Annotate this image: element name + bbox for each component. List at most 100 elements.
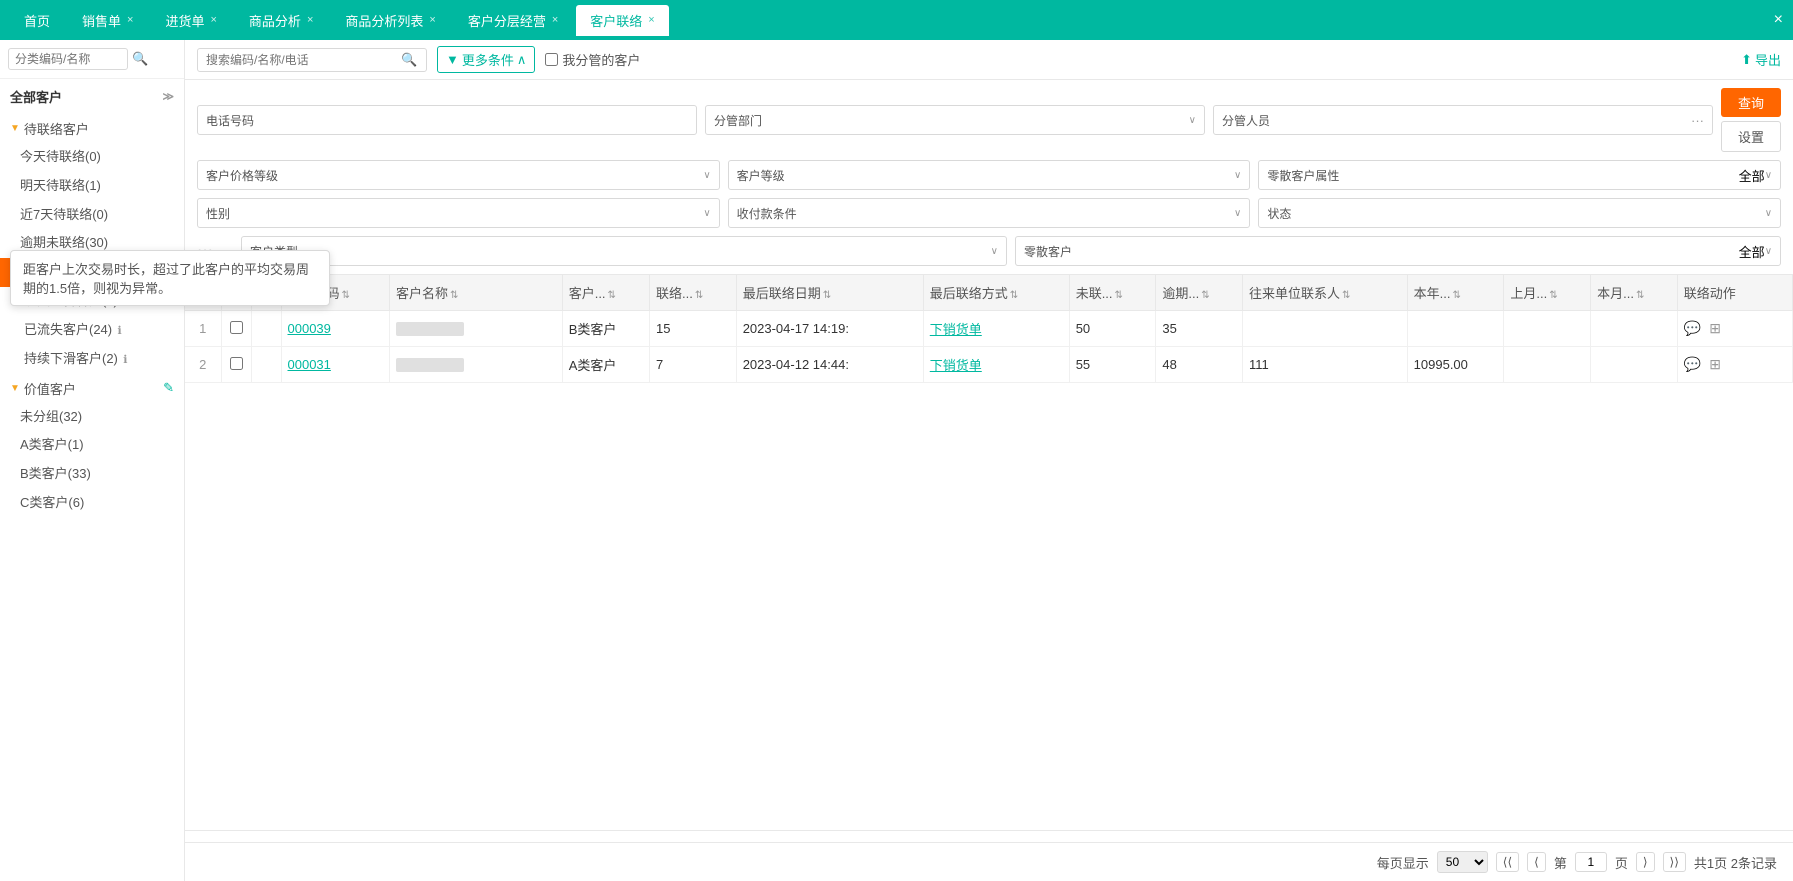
my-customers-checkbox-label[interactable]: 我分管的客户 xyxy=(545,50,640,69)
close-analysis-icon[interactable]: × xyxy=(307,14,313,26)
th-this-year: 本年...⇅ xyxy=(1407,275,1504,311)
nav-tab-customer-segment[interactable]: 客户分层经营 × xyxy=(454,5,572,36)
sidebar-item-tomorrow[interactable]: 明天待联络(1) xyxy=(0,172,184,201)
my-customers-checkbox[interactable] xyxy=(545,53,558,66)
close-analysis-list-icon[interactable]: × xyxy=(429,14,435,26)
customer-level-field[interactable]: 客户等级 ∨ xyxy=(728,160,1251,190)
sidebar-item-today[interactable]: 今天待联络(0) xyxy=(0,143,184,172)
row-1-last-month xyxy=(1504,311,1591,347)
th-last-date: 最后联络日期⇅ xyxy=(736,275,923,311)
sort-cat-icon[interactable]: ⇅ xyxy=(608,290,616,301)
nav-tab-analysis[interactable]: 商品分析 × xyxy=(235,5,327,36)
horizontal-scroll[interactable] xyxy=(185,830,1793,842)
sort-lmonth-icon[interactable]: ⇅ xyxy=(1549,290,1557,301)
retail-customer-label: 零散客户 xyxy=(1024,243,1731,260)
sidebar-search-input[interactable] xyxy=(8,48,128,70)
row-index-2: 2 xyxy=(185,347,221,383)
sidebar-item-b-class[interactable]: B类客户(33) xyxy=(0,460,184,489)
payment-field[interactable]: 收付款条件 ∨ xyxy=(728,198,1251,228)
sidebar-item-a-class[interactable]: A类客户(1) xyxy=(0,431,184,460)
th-contact: 联络...⇅ xyxy=(650,275,737,311)
close-customer-contact-icon[interactable]: × xyxy=(648,14,654,26)
row-2-more-icon[interactable]: ⊞ xyxy=(1709,356,1721,373)
sort-overdue-icon[interactable]: ⇅ xyxy=(1201,290,1209,301)
row-2-code[interactable]: 000031 xyxy=(281,347,390,383)
sidebar-group-pending[interactable]: ▼ 待联络客户 xyxy=(0,114,184,143)
prev-page-button[interactable]: ⟨ xyxy=(1527,852,1546,872)
all-customers-section[interactable]: 全部客户 ≫ xyxy=(0,79,184,114)
customer-type-field[interactable]: 客户类型 ∨ xyxy=(241,236,1007,266)
price-level-field[interactable]: 客户价格等级 ∨ xyxy=(197,160,720,190)
row-2-last-method[interactable]: 下销货单 xyxy=(923,347,1069,383)
status-field[interactable]: 状态 ∨ xyxy=(1258,198,1781,228)
phone-field[interactable]: 电话号码 xyxy=(197,105,697,135)
close-purchase-icon[interactable]: × xyxy=(210,14,216,26)
close-customer-segment-icon[interactable]: × xyxy=(552,14,558,26)
nav-tab-purchase[interactable]: 进货单 × xyxy=(151,5,230,36)
retail-customer-down-icon: ∨ xyxy=(1765,246,1772,257)
filter-bar: 🔍 ▼ 更多条件 ∧ 我分管的客户 ⬆ 导出 xyxy=(185,40,1793,80)
next-page-button[interactable]: ⟩ xyxy=(1636,852,1655,872)
nav-tab-home[interactable]: 首页 xyxy=(10,5,64,36)
sidebar-item-7days[interactable]: 近7天待联络(0) xyxy=(0,201,184,230)
sort-unreached-icon[interactable]: ⇅ xyxy=(1115,290,1123,301)
sort-name-icon[interactable]: ⇅ xyxy=(450,290,458,301)
first-page-button[interactable]: ⟨⟨ xyxy=(1496,852,1519,872)
sidebar-item-declining[interactable]: 持续下滑客户(2) ℹ xyxy=(0,345,184,374)
retail-attr-field[interactable]: 零散客户属性 全部 ∨ xyxy=(1258,160,1781,190)
info-icon-declining: ℹ xyxy=(123,354,127,366)
query-button[interactable]: 查询 xyxy=(1721,88,1781,117)
row-1-more-icon[interactable]: ⊞ xyxy=(1709,320,1721,337)
person-more-icon[interactable]: ··· xyxy=(1691,113,1704,128)
search-wrap: 🔍 xyxy=(197,48,427,72)
sort-method-icon[interactable]: ⇅ xyxy=(1010,290,1018,301)
chevron-up-icon: ∧ xyxy=(517,52,527,68)
nav-tab-sales[interactable]: 销售单 × xyxy=(68,5,147,36)
sort-tmonth-icon[interactable]: ⇅ xyxy=(1636,290,1644,301)
nav-tab-analysis-list[interactable]: 商品分析列表 × xyxy=(331,5,449,36)
sort-code-icon[interactable]: ⇅ xyxy=(342,290,350,301)
main-layout: 🔍 全部客户 ≫ ▼ 待联络客户 今天待联络(0) 明天待联络(1) 近7天待联… xyxy=(0,40,1793,881)
person-field[interactable]: 分管人员 ··· xyxy=(1213,105,1713,135)
sort-date-icon[interactable]: ⇅ xyxy=(823,290,831,301)
sidebar-group-value[interactable]: ▼ 价值客户 ✎ xyxy=(0,374,184,403)
sort-contact-icon[interactable]: ⇅ xyxy=(695,290,703,301)
row-2-last-date: 2023-04-12 14:44: xyxy=(736,347,923,383)
row-2-actions: 💬 ⊞ xyxy=(1677,347,1792,383)
close-all-button[interactable]: × xyxy=(1774,11,1783,29)
row-1-code[interactable]: 000039 xyxy=(281,311,390,347)
row-1-category: B类客户 xyxy=(562,311,649,347)
last-page-button[interactable]: ⟩⟩ xyxy=(1663,852,1686,872)
gender-field[interactable]: 性别 ∨ xyxy=(197,198,720,228)
sidebar-item-c-class[interactable]: C类客户(6) xyxy=(0,489,184,518)
dept-field[interactable]: 分管部门 ∨ xyxy=(705,105,1205,135)
row-1-chat-icon[interactable]: 💬 xyxy=(1684,320,1701,337)
export-button[interactable]: ⬆ 导出 xyxy=(1741,50,1781,69)
filter-row-4: ··· 客户类型 ∨ 零散客户 全部 ∨ xyxy=(197,236,1781,266)
row-1-last-method[interactable]: 下销货单 xyxy=(923,311,1069,347)
row-2-chat-icon[interactable]: 💬 xyxy=(1684,356,1701,373)
row-1-overdue: 35 xyxy=(1156,311,1243,347)
more-conditions-button[interactable]: ▼ 更多条件 ∧ xyxy=(437,46,535,73)
page-input[interactable] xyxy=(1575,852,1607,872)
edit-value-icon[interactable]: ✎ xyxy=(163,380,174,396)
main-search-icon[interactable]: 🔍 xyxy=(401,52,417,68)
sort-year-icon[interactable]: ⇅ xyxy=(1453,290,1461,301)
per-page-select[interactable]: 50 20 100 xyxy=(1437,851,1488,873)
sidebar-item-lost[interactable]: 已流失客户(24) ℹ xyxy=(0,316,184,345)
close-sales-icon[interactable]: × xyxy=(127,14,133,26)
main-search-input[interactable] xyxy=(206,53,396,67)
row-1-checkbox[interactable] xyxy=(230,321,243,334)
dept-down-icon: ∨ xyxy=(1189,115,1196,126)
sidebar-collapse-icon[interactable]: ≫ xyxy=(162,90,174,103)
settings-button[interactable]: 设置 xyxy=(1721,121,1781,152)
sidebar-item-ungrouped[interactable]: 未分组(32) xyxy=(0,403,184,432)
row-2-last-month xyxy=(1504,347,1591,383)
nav-tab-customer-contact[interactable]: 客户联络 × xyxy=(576,5,668,36)
customer-level-down-icon: ∨ xyxy=(1234,170,1241,181)
retail-customer-field[interactable]: 零散客户 全部 ∨ xyxy=(1015,236,1781,266)
sidebar-search-icon[interactable]: 🔍 xyxy=(132,51,148,67)
table-area: ⚙ 客户编码⇅ 客户名称⇅ 客户...⇅ 联络...⇅ 最后联络日期⇅ 最后联络… xyxy=(185,275,1793,830)
sort-unit-icon[interactable]: ⇅ xyxy=(1342,290,1350,301)
row-2-checkbox[interactable] xyxy=(230,357,243,370)
